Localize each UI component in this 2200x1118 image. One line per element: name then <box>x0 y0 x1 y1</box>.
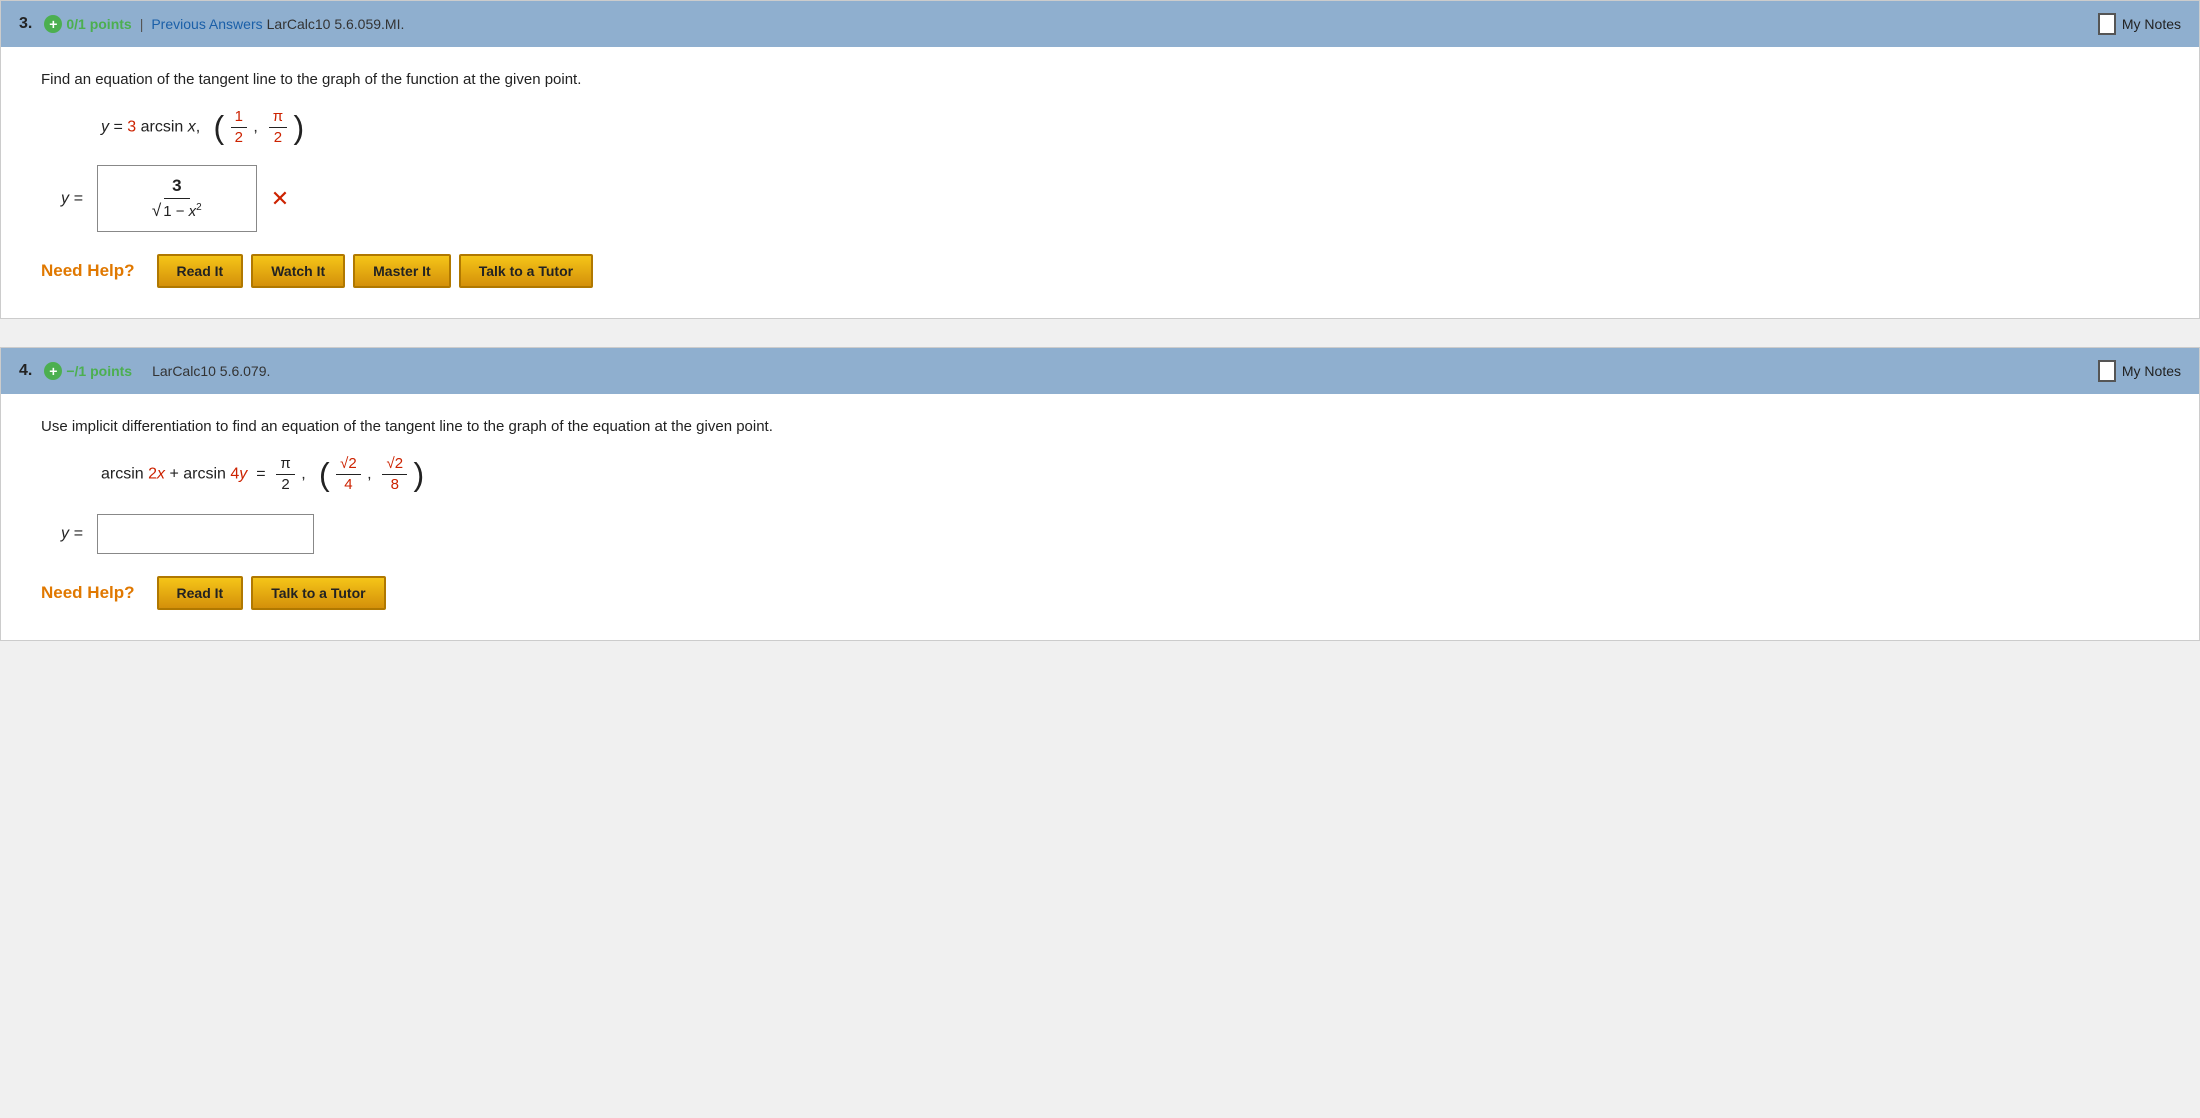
plus-icon-q4: + <box>44 362 62 380</box>
q3-read-it-btn[interactable]: Read It <box>157 254 244 288</box>
q3-constant: 3 <box>127 119 136 136</box>
prev-answers-link[interactable]: Previous Answers <box>151 16 262 32</box>
question-3-block: 3. + 0/1 points | Previous Answers LarCa… <box>0 0 2200 319</box>
q4-course-code: LarCalc10 5.6.079. <box>152 363 270 379</box>
q4-y-label: y = <box>61 525 83 543</box>
q3-sqrt: √ <box>152 201 161 221</box>
notes-icon-q4 <box>2098 360 2116 382</box>
q3-math-line: y = 3 arcsin x, ( 1 2 , π 2 ) <box>101 108 2159 147</box>
question-3-body: Find an equation of the tangent line to … <box>1 47 2199 318</box>
q4-question-text: Use implicit differentiation to find an … <box>41 418 2159 435</box>
q3-denominator: √ 1 − x2 <box>148 199 206 223</box>
q4-help-row: Need Help? Read It Talk to a Tutor <box>41 576 2159 610</box>
question-3-header: 3. + 0/1 points | Previous Answers LarCa… <box>1 1 2199 47</box>
my-notes-btn-q4[interactable]: My Notes <box>2098 360 2181 382</box>
q3-answer-row: y = 3 √ 1 − x2 ✕ <box>61 165 2159 232</box>
question-4-number: 4. <box>19 362 32 380</box>
q3-master-it-btn[interactable]: Master It <box>353 254 451 288</box>
my-notes-label-q3: My Notes <box>2122 16 2181 32</box>
q3-need-help-label: Need Help? <box>41 261 135 281</box>
question-4-header: 4. + −/1 points LarCalc10 5.6.079. My No… <box>1 348 2199 394</box>
q3-course-code: LarCalc10 5.6.059.MI. <box>267 16 405 32</box>
q3-talk-tutor-btn[interactable]: Talk to a Tutor <box>459 254 593 288</box>
q4-answer-row: y = <box>61 514 2159 554</box>
q4-need-help-label: Need Help? <box>41 583 135 603</box>
q4-math-line: arcsin 2x + arcsin 4y = π 2 , ( √2 4 , √… <box>101 455 2159 494</box>
q3-points: 0/1 points <box>66 16 131 32</box>
q3-error-icon[interactable]: ✕ <box>271 186 289 212</box>
spacer <box>0 337 2200 347</box>
q3-frac2: π 2 <box>269 108 287 147</box>
q4-points: −/1 points <box>66 363 132 379</box>
q4-talk-tutor-btn[interactable]: Talk to a Tutor <box>251 576 385 610</box>
q3-denom-expr: 1 − x2 <box>163 202 202 220</box>
plus-icon-q3: + <box>44 15 62 33</box>
q4-4y: 4y <box>230 466 247 483</box>
q4-sqrt2-4: √2 4 <box>336 455 361 494</box>
question-3-number: 3. <box>19 15 32 33</box>
q4-pi-half: π 2 <box>276 455 294 494</box>
q3-answer-box: 3 √ 1 − x2 <box>97 165 257 232</box>
q3-frac1: 1 2 <box>231 108 247 147</box>
my-notes-btn-q3[interactable]: My Notes <box>2098 13 2181 35</box>
q3-answer-fraction: 3 √ 1 − x2 <box>148 174 206 223</box>
q3-help-row: Need Help? Read It Watch It Master It Ta… <box>41 254 2159 288</box>
notes-icon-q3 <box>2098 13 2116 35</box>
q4-read-it-btn[interactable]: Read It <box>157 576 244 610</box>
q3-question-text: Find an equation of the tangent line to … <box>41 71 2159 88</box>
my-notes-label-q4: My Notes <box>2122 363 2181 379</box>
q3-watch-it-btn[interactable]: Watch It <box>251 254 345 288</box>
q4-2x: 2x <box>148 466 165 483</box>
question-4-block: 4. + −/1 points LarCalc10 5.6.079. My No… <box>0 347 2200 641</box>
q4-answer-input[interactable] <box>97 514 314 554</box>
q3-y-label: y = <box>61 190 83 208</box>
q4-sqrt2-8: √2 8 <box>382 455 407 494</box>
page-wrapper: 3. + 0/1 points | Previous Answers LarCa… <box>0 0 2200 641</box>
q3-numerator: 3 <box>164 174 189 199</box>
question-4-body: Use implicit differentiation to find an … <box>1 394 2199 640</box>
q3-separator: | <box>140 16 144 32</box>
